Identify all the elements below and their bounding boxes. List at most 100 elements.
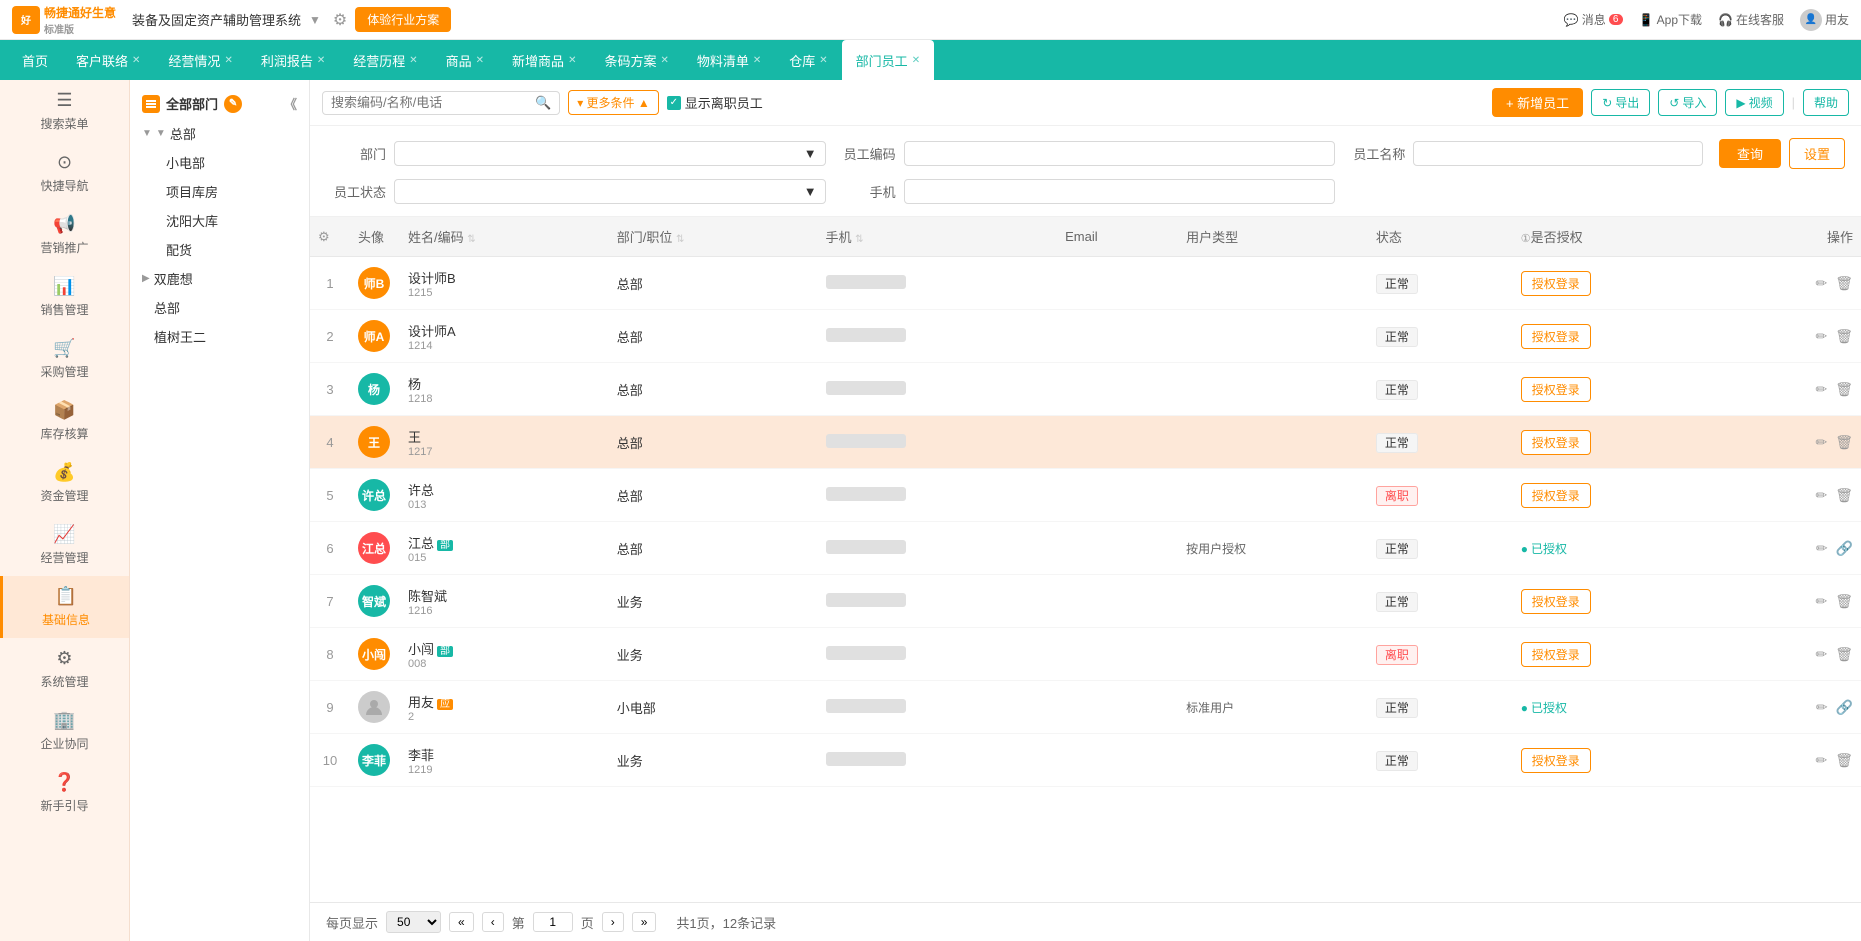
delete-btn[interactable]: 🗑 <box>1835 434 1853 451</box>
emp-name-input[interactable] <box>1413 141 1703 166</box>
gear-icon[interactable]: ⚙ <box>333 10 347 30</box>
edit-btn[interactable]: ✏ <box>1815 646 1827 663</box>
row-auth[interactable]: 授权登录 <box>1513 310 1728 363</box>
edit-icon[interactable]: ✎ <box>224 95 242 113</box>
row-auth[interactable]: 授权登录 <box>1513 416 1728 469</box>
settings-btn[interactable]: 设置 <box>1789 138 1845 169</box>
tree-group-shuanglu[interactable]: ▶ 双鹿想 <box>130 264 309 293</box>
edit-btn[interactable]: ✏ <box>1815 434 1827 451</box>
tab-warehouse[interactable]: 仓库 ✕ <box>775 40 841 80</box>
edit-btn[interactable]: ✏ <box>1815 275 1827 292</box>
edit-btn[interactable]: ✏ <box>1815 593 1827 610</box>
row-auth[interactable]: 授权登录 <box>1513 363 1728 416</box>
prev-page-btn[interactable]: ‹ <box>482 912 504 932</box>
edit-btn[interactable]: ✏ <box>1815 752 1827 769</box>
add-employee-btn[interactable]: + 新增员工 <box>1492 88 1583 117</box>
delete-btn[interactable]: 🗑 <box>1835 381 1853 398</box>
delete-btn[interactable]: 🗑 <box>1835 328 1853 345</box>
view-btn[interactable]: ▶ 视频 <box>1725 89 1783 116</box>
tab-home[interactable]: 首页 <box>8 40 62 80</box>
tree-item-zongbu2[interactable]: 总部 <box>130 293 309 322</box>
auth-btn[interactable]: 授权登录 <box>1521 642 1591 667</box>
search-btn[interactable]: 查询 <box>1719 139 1781 168</box>
delete-btn[interactable]: 🔗 <box>1836 540 1853 557</box>
auth-btn[interactable]: 授权登录 <box>1521 377 1591 402</box>
edit-btn[interactable]: ✏ <box>1815 381 1827 398</box>
tab-customer[interactable]: 客户联络 ✕ <box>62 40 154 80</box>
close-icon[interactable]: ✕ <box>224 55 232 66</box>
next-page-btn[interactable]: › <box>602 912 624 932</box>
app-download-btn[interactable]: 📱 App下载 <box>1639 11 1702 28</box>
online-service-btn[interactable]: 🎧 在线客服 <box>1718 11 1784 28</box>
show-dimission-checkbox[interactable]: ✓ 显示离职员工 <box>667 93 763 112</box>
close-icon[interactable]: ✕ <box>912 55 920 66</box>
sidebar-item-operations[interactable]: 📈 经营管理 <box>0 514 129 576</box>
th-phone[interactable]: 手机 ⇅ <box>818 217 1058 257</box>
row-auth[interactable]: 授权登录 <box>1513 734 1728 787</box>
sidebar-item-search[interactable]: ☰ 搜索菜单 <box>0 80 129 142</box>
auth-btn[interactable]: 授权登录 <box>1521 748 1591 773</box>
row-auth[interactable]: 授权登录 <box>1513 628 1728 681</box>
delete-btn[interactable]: 🗑 <box>1835 646 1853 663</box>
message-btn[interactable]: 💬 消息 6 <box>1564 11 1623 28</box>
help-btn[interactable]: 帮助 <box>1803 89 1849 116</box>
close-icon[interactable]: ✕ <box>317 55 325 66</box>
auth-btn[interactable]: 授权登录 <box>1521 483 1591 508</box>
emp-code-input[interactable] <box>904 141 1336 166</box>
th-gear[interactable]: ⚙ <box>310 217 350 257</box>
page-input[interactable] <box>533 912 573 932</box>
auth-btn[interactable]: 授权登录 <box>1521 589 1591 614</box>
tab-bom[interactable]: 物料清单 ✕ <box>683 40 775 80</box>
tree-item-peihuo[interactable]: 配货 <box>130 235 309 264</box>
delete-btn[interactable]: 🗑 <box>1835 752 1853 769</box>
sidebar-item-purchase[interactable]: 🛒 采购管理 <box>0 328 129 390</box>
sidebar-item-quick-nav[interactable]: ⊙ 快捷导航 <box>0 142 129 204</box>
tab-operations[interactable]: 经营情况 ✕ <box>154 40 246 80</box>
auth-btn[interactable]: 授权登录 <box>1521 430 1591 455</box>
edit-btn[interactable]: ✏ <box>1815 487 1827 504</box>
tree-item-zhishu[interactable]: 植树王二 <box>130 322 309 351</box>
row-auth[interactable]: 授权登录 <box>1513 257 1728 310</box>
more-filters-btn[interactable]: ▾ 更多条件 ▲ <box>568 90 659 115</box>
tab-profit[interactable]: 利润报告 ✕ <box>247 40 339 80</box>
delete-btn[interactable]: 🗑 <box>1835 275 1853 292</box>
sidebar-item-system[interactable]: ⚙ 系统管理 <box>0 638 129 700</box>
sidebar-item-enterprise[interactable]: 🏢 企业协同 <box>0 700 129 762</box>
phone-input[interactable] <box>904 179 1336 204</box>
tab-process[interactable]: 经营历程 ✕ <box>339 40 431 80</box>
export-btn[interactable]: ↻ 导出 <box>1591 89 1650 116</box>
import-btn[interactable]: ↺ 导入 <box>1658 89 1717 116</box>
tab-barcode[interactable]: 条码方案 ✕ <box>590 40 682 80</box>
row-auth[interactable]: 授权登录 <box>1513 469 1728 522</box>
edit-btn[interactable]: ✏ <box>1816 699 1828 716</box>
last-page-btn[interactable]: » <box>632 912 657 932</box>
sidebar-item-basic-info[interactable]: 📋 基础信息 <box>0 576 129 638</box>
tab-new-goods[interactable]: 新增商品 ✕ <box>498 40 590 80</box>
th-name-code[interactable]: 姓名/编码 ⇅ <box>400 217 609 257</box>
tree-item-shenyang[interactable]: 沈阳大库 <box>130 206 309 235</box>
auth-btn[interactable]: 授权登录 <box>1521 324 1591 349</box>
user-btn[interactable]: 👤 用友 <box>1800 9 1849 31</box>
tab-goods[interactable]: 商品 ✕ <box>432 40 498 80</box>
emp-status-select[interactable]: ▼ <box>394 179 826 204</box>
search-input[interactable] <box>331 95 531 110</box>
close-icon[interactable]: ✕ <box>409 55 417 66</box>
close-icon[interactable]: ✕ <box>753 55 761 66</box>
delete-btn[interactable]: 🗑 <box>1835 593 1853 610</box>
sidebar-item-marketing[interactable]: 📢 营销推广 <box>0 204 129 266</box>
sidebar-item-guide[interactable]: ❓ 新手引导 <box>0 762 129 824</box>
delete-btn[interactable]: 🔗 <box>1836 699 1853 716</box>
close-icon[interactable]: ✕ <box>132 55 140 66</box>
row-auth[interactable]: 授权登录 <box>1513 575 1728 628</box>
page-size-select[interactable]: 50 100 200 <box>386 911 441 933</box>
tree-group-zongbu[interactable]: ▼ 总部 <box>130 119 309 148</box>
sidebar-item-inventory[interactable]: 📦 库存核算 <box>0 390 129 452</box>
search-icon[interactable]: 🔍 <box>535 95 551 111</box>
close-icon[interactable]: ✕ <box>819 55 827 66</box>
close-icon[interactable]: ✕ <box>476 55 484 66</box>
dept-select[interactable]: ▼ <box>394 141 826 166</box>
auth-btn[interactable]: 授权登录 <box>1521 271 1591 296</box>
edit-btn[interactable]: ✏ <box>1815 328 1827 345</box>
trial-button[interactable]: 体验行业方案 <box>355 7 451 32</box>
tree-item-xiaodibu[interactable]: 小电部 <box>130 148 309 177</box>
